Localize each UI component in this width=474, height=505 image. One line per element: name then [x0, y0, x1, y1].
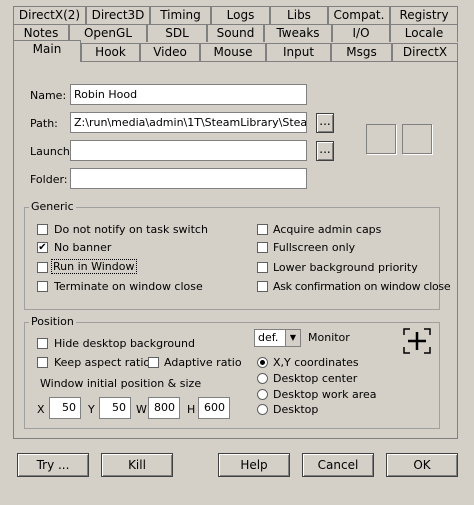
ok-button[interactable]: OK [386, 453, 458, 477]
tab-video[interactable]: Video [140, 43, 200, 61]
tab-sdl[interactable]: SDL [147, 24, 207, 42]
launch-field[interactable] [70, 140, 307, 161]
keep-aspect-checkbox[interactable] [37, 357, 48, 368]
tab-tweaks[interactable]: Tweaks [264, 24, 332, 42]
launch-browse-button[interactable]: ... [316, 141, 334, 161]
h-input[interactable]: 600 [198, 397, 230, 419]
tab-directx2[interactable]: DirectX(2) [13, 6, 86, 24]
adaptive-ratio-label: Adaptive ratio [164, 356, 242, 369]
no-banner-checkbox[interactable]: ✔ [37, 242, 48, 253]
desktop-center-radio[interactable] [257, 373, 268, 384]
y-label: Y [88, 403, 95, 416]
ask-confirmation-checkbox[interactable] [257, 281, 268, 292]
tab-direct3d[interactable]: Direct3D [86, 6, 150, 24]
name-label: Name: [30, 89, 67, 102]
xy-coordinates-label: X,Y coordinates [273, 356, 359, 369]
adaptive-ratio-checkbox[interactable] [148, 357, 159, 368]
window-pos-label: Window initial position & size [40, 377, 202, 390]
w-label: W [136, 403, 147, 416]
tab-compat[interactable]: Compat. [328, 6, 390, 24]
hide-desktop-bg-checkbox[interactable] [37, 338, 48, 349]
try-button[interactable]: Try ... [17, 453, 89, 477]
folder-field[interactable] [70, 168, 307, 189]
cancel-button[interactable]: Cancel [302, 453, 374, 477]
no-banner-label: No banner [54, 241, 112, 254]
tab-directx[interactable]: DirectX [392, 43, 458, 61]
ask-confirmation-label: Ask confirmation on window close [273, 280, 451, 293]
help-button[interactable]: Help [218, 453, 290, 477]
tab-io[interactable]: I/O [332, 24, 390, 42]
desktop-radio[interactable] [257, 404, 268, 415]
tab-sound[interactable]: Sound [207, 24, 264, 42]
y-input[interactable]: 50 [99, 397, 131, 419]
tab-msgs[interactable]: Msgs [331, 43, 392, 61]
run-in-window-checkbox[interactable] [37, 262, 48, 273]
tab-timing[interactable]: Timing [150, 6, 211, 24]
desktop-center-label: Desktop center [273, 372, 358, 385]
x-input[interactable]: 50 [49, 397, 81, 419]
terminate-on-close-checkbox[interactable] [37, 281, 48, 292]
position-group-title: Position [29, 315, 76, 328]
lower-priority-checkbox[interactable] [257, 262, 268, 273]
name-field[interactable]: Robin Hood [70, 84, 307, 105]
tab-hook[interactable]: Hook [81, 43, 140, 61]
fullscreen-only-label: Fullscreen only [273, 241, 356, 254]
tab-input[interactable]: Input [266, 43, 331, 61]
icon-preview-box-2 [402, 124, 432, 154]
tab-locale[interactable]: Locale [390, 24, 458, 42]
admin-caps-label: Acquire admin caps [273, 223, 382, 236]
x-label: X [37, 403, 45, 416]
path-label: Path: [30, 117, 58, 130]
path-field[interactable]: Z:\run\media\admin\1T\SteamLibrary\Steam [70, 112, 307, 133]
desktop-work-area-label: Desktop work area [273, 388, 377, 401]
admin-caps-checkbox[interactable] [257, 224, 268, 235]
w-input[interactable]: 800 [148, 397, 180, 419]
keep-aspect-label: Keep aspect ratio [54, 356, 151, 369]
chevron-down-icon[interactable]: ▼ [285, 330, 300, 346]
notify-task-switch-label: Do not notify on task switch [54, 223, 208, 236]
active-tab-joiner [14, 60, 80, 63]
run-in-window-label: Run in Window [51, 259, 137, 274]
fullscreen-only-checkbox[interactable] [257, 242, 268, 253]
desktop-work-area-radio[interactable] [257, 389, 268, 400]
notify-task-switch-checkbox[interactable] [37, 224, 48, 235]
tab-registry[interactable]: Registry [390, 6, 458, 24]
tab-mouse[interactable]: Mouse [200, 43, 266, 61]
desktop-label: Desktop [273, 403, 319, 416]
folder-label: Folder: [30, 173, 68, 186]
tab-main[interactable]: Main [13, 40, 81, 62]
xy-coordinates-radio[interactable] [257, 357, 268, 368]
launch-label: Launch: [30, 145, 74, 158]
hide-desktop-bg-label: Hide desktop background [54, 337, 196, 350]
icon-preview-box-1 [366, 124, 396, 154]
h-label: H [187, 403, 196, 416]
kill-button[interactable]: Kill [101, 453, 173, 477]
tab-logs[interactable]: Logs [211, 6, 270, 24]
lower-priority-label: Lower background priority [273, 261, 418, 274]
generic-group-title: Generic [29, 200, 76, 213]
monitor-select-value: def. [258, 331, 279, 344]
path-browse-button[interactable]: ... [316, 113, 334, 133]
monitor-label: Monitor [308, 331, 350, 344]
terminate-on-close-label: Terminate on window close [54, 280, 203, 293]
crosshair-icon[interactable] [402, 327, 432, 355]
monitor-select[interactable]: def. ▼ [254, 329, 301, 347]
tab-libs[interactable]: Libs [270, 6, 328, 24]
